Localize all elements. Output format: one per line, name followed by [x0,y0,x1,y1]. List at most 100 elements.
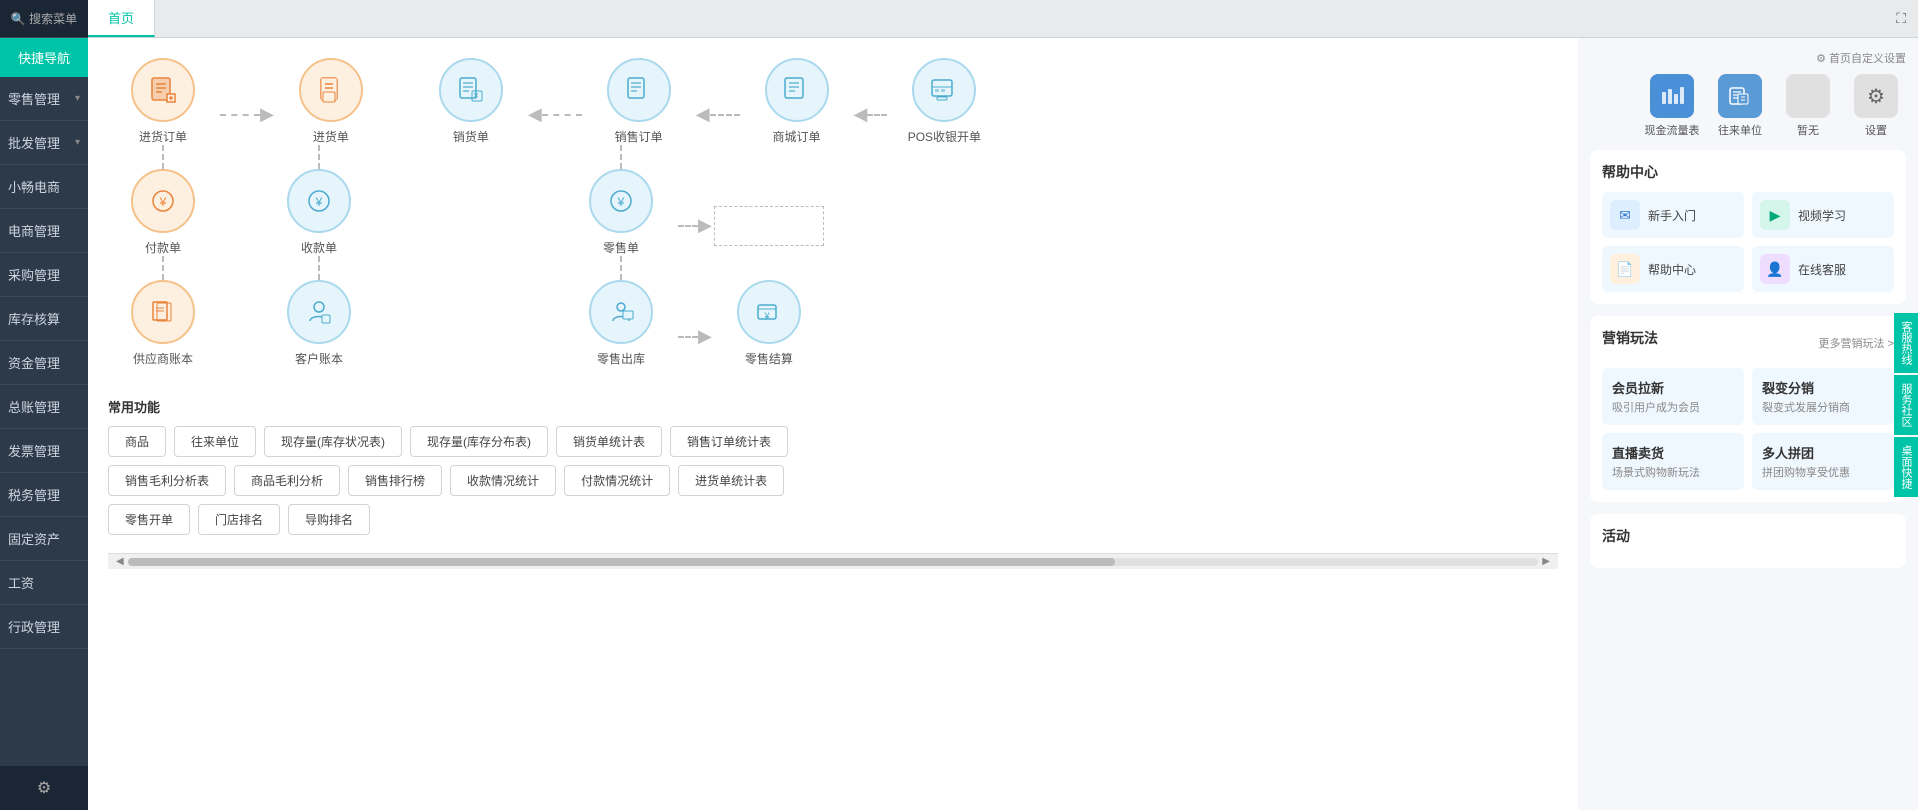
cf-btn-stock-status[interactable]: 现存量(库存状况表) [264,426,402,457]
wf-node-receipt[interactable]: ¥ 收款单 [264,169,374,256]
wf-circle-purchase-bill [299,58,363,122]
float-btn-community[interactable]: 服务社区 [1894,375,1918,435]
sidebar-item-label: 小畅电商 [8,177,60,196]
sidebar-item-ledger[interactable]: 总账管理 [0,385,88,429]
doc-icon: 📄 [1610,254,1640,284]
cf-btn-goods-gross[interactable]: 商品毛利分析 [234,465,340,496]
cf-btn-goods[interactable]: 商品 [108,426,166,457]
quick-icons-row: 现金流量表 往来单位 [1590,74,1906,138]
float-btn-desktop[interactable]: 桌面快捷 [1894,437,1918,497]
help-item-online-service[interactable]: 👤 在线客服 [1752,246,1894,292]
wf-node-retail-settlement[interactable]: ¥ 零售结算 [714,280,824,367]
cf-btn-store-rank[interactable]: 门店排名 [198,504,280,535]
svg-text:¥: ¥ [159,195,167,209]
scroll-right-arrow[interactable]: ▶ [1538,556,1554,567]
svg-text:¥: ¥ [315,195,323,209]
help-item-beginner[interactable]: ✉ 新手入门 [1602,192,1744,238]
wf-node-purchase-bill[interactable]: 进货单 [276,58,386,145]
help-item-helpcenter[interactable]: 📄 帮助中心 [1602,246,1744,292]
quick-icon-none[interactable]: 暂无 [1778,74,1838,138]
tab-home[interactable]: 首页 [88,0,155,37]
sidebar-item-label: 总账管理 [8,397,60,416]
help-center-title: 帮助中心 [1602,162,1894,182]
cf-btn-retail-order[interactable]: 零售开单 [108,504,190,535]
wf-node-retail-order[interactable]: ¥ 零售单 [566,169,676,256]
common-funcs-title: 常用功能 [108,397,1558,416]
quick-icon-cashflow[interactable]: 现金流量表 [1642,74,1702,138]
sidebar-item-admin[interactable]: 行政管理 [0,605,88,649]
cf-btn-payment-stats[interactable]: 付款情况统计 [564,465,670,496]
sidebar-item-salary[interactable]: 工资 [0,561,88,605]
sidebar: 🔍 搜索菜单 快捷导航 零售管理 ▾ 批发管理 ▾ 小畅电商 电商管理 采购管理… [0,0,88,810]
cf-btn-guide-rank[interactable]: 导购排名 [288,504,370,535]
wf-node-supplier-account[interactable]: 供应商账本 [108,280,218,367]
wf-node-customer-account[interactable]: 客户账本 [264,280,374,367]
sidebar-item-assets[interactable]: 固定资产 [0,517,88,561]
sidebar-item-label: 电商管理 [8,221,60,240]
bottom-scrollbar[interactable]: ◀ ▶ [108,553,1558,569]
quicknav-item[interactable]: 快捷导航 [0,38,88,77]
scroll-left-arrow[interactable]: ◀ [112,556,128,567]
sidebar-item-tax[interactable]: 税务管理 [0,473,88,517]
cf-btn-receipt-stats[interactable]: 收款情况统计 [450,465,556,496]
cf-btn-sales-stats[interactable]: 销货单统计表 [556,426,662,457]
marketing-item-fission[interactable]: 裂变分销 裂变式发展分销商 [1752,368,1894,425]
search-icon: 🔍 [11,12,26,26]
marketing-item-live[interactable]: 直播卖货 场景式购物新玩法 [1602,433,1744,490]
quick-icon-settings[interactable]: ⚙ 设置 [1846,74,1906,138]
sidebar-item-label: 库存核算 [8,309,60,328]
sidebar-item-inventory[interactable]: 库存核算 [0,297,88,341]
sidebar-item-label: 零售管理 [8,89,60,108]
wf-node-sales-order[interactable]: 销售订单 [584,58,694,145]
marketing-section: 营销玩法 更多营销玩法 > 会员拉新 吸引用户成为会员 裂变分销 裂变式发展分销… [1590,316,1906,502]
main-area: 首页 ⛶ [88,0,1918,810]
cf-btn-sales-rank[interactable]: 销售排行榜 [348,465,442,496]
wf-node-pos[interactable]: POS收银开单 [889,58,999,145]
sidebar-settings[interactable]: ⚙ [0,766,88,810]
wf-circle-sales-order [607,58,671,122]
expand-icon[interactable]: ⛶ [1884,2,1918,35]
more-marketing-link[interactable]: 更多营销玩法 > [1819,335,1894,351]
cf-btn-sales-gross[interactable]: 销售毛利分析表 [108,465,226,496]
svg-text:¥: ¥ [617,195,625,209]
wf-node-payment[interactable]: ¥ 付款单 [108,169,218,256]
partners-icon-box [1718,74,1762,118]
float-btn-service[interactable]: 客服热线 [1894,313,1918,373]
cf-btn-purchase-stats[interactable]: 进货单统计表 [678,465,784,496]
sidebar-item-ecommerce-small[interactable]: 小畅电商 [0,165,88,209]
common-funcs-row2: 销售毛利分析表 商品毛利分析 销售排行榜 收款情况统计 付款情况统计 进货单统计… [108,465,1558,496]
mail-icon: ✉ [1610,200,1640,230]
wf-circle-pos [912,58,976,122]
quick-icon-partners[interactable]: 往来单位 [1710,74,1770,138]
sidebar-item-invoice[interactable]: 发票管理 [0,429,88,473]
common-functions: 常用功能 商品 往来单位 现存量(库存状况表) 现存量(库存分布表) 销货单统计… [108,387,1558,553]
marketing-item-group[interactable]: 多人拼团 拼团购物享受优惠 [1752,433,1894,490]
wf-circle-sales-bill: ¥ [439,58,503,122]
sidebar-item-retail[interactable]: 零售管理 ▾ [0,77,88,121]
wf-node-purchase-order[interactable]: 进货订单 [108,58,218,145]
wf-circle-mall-order [765,58,829,122]
sidebar-item-finance[interactable]: 资金管理 [0,341,88,385]
activity-title: 活动 [1602,526,1894,546]
wf-node-retail-outbound[interactable]: 零售出库 [566,280,676,367]
custom-setting-link[interactable]: ⚙ 首页自定义设置 [1590,50,1906,66]
chevron-down-icon: ▾ [75,137,80,148]
cf-btn-salesorder-stats[interactable]: 销售订单统计表 [670,426,788,457]
help-grid: ✉ 新手入门 ▶ 视频学习 📄 帮助中心 👤 在线客服 [1602,192,1894,292]
svg-text:¥: ¥ [473,92,479,101]
cf-btn-stock-dist[interactable]: 现存量(库存分布表) [410,426,548,457]
search-menu[interactable]: 🔍 搜索菜单 [0,0,88,38]
help-item-video[interactable]: ▶ 视频学习 [1752,192,1894,238]
marketing-item-member[interactable]: 会员拉新 吸引用户成为会员 [1602,368,1744,425]
sidebar-item-wholesale[interactable]: 批发管理 ▾ [0,121,88,165]
sidebar-item-label: 行政管理 [8,617,60,636]
wf-node-sales-bill[interactable]: ¥ 销货单 [416,58,526,145]
wf-node-mall-order[interactable]: 商城订单 [742,58,852,145]
scroll-track[interactable] [128,558,1539,566]
cf-btn-partners[interactable]: 往来单位 [174,426,256,457]
marketing-grid: 会员拉新 吸引用户成为会员 裂变分销 裂变式发展分销商 直播卖货 场景式购物新玩… [1602,368,1894,490]
float-buttons: 客服热线 服务社区 桌面快捷 [1894,313,1918,497]
wf-circle-supplier-account [131,280,195,344]
sidebar-item-purchase[interactable]: 采购管理 [0,253,88,297]
sidebar-item-ecommerce-manage[interactable]: 电商管理 [0,209,88,253]
